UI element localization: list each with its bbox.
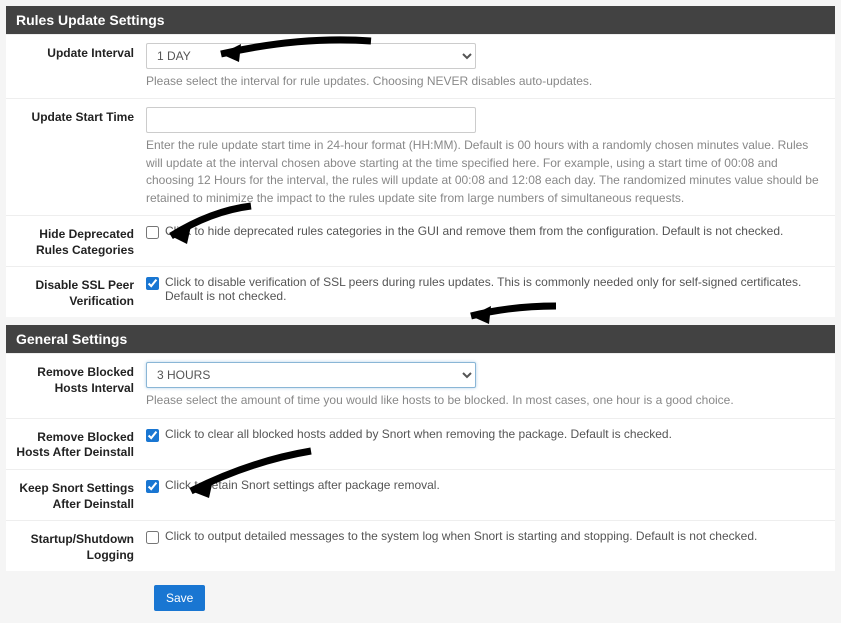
update-interval-select[interactable]: 1 DAY — [146, 43, 476, 69]
update-start-time-input[interactable] — [146, 107, 476, 133]
label-disable-ssl: Disable SSL Peer Verification — [6, 275, 146, 309]
remove-interval-select[interactable]: 3 HOURS — [146, 362, 476, 388]
label-update-start-time: Update Start Time — [6, 107, 146, 207]
hide-deprecated-checkbox[interactable] — [146, 226, 159, 239]
label-remove-interval: Remove Blocked Hosts Interval — [6, 362, 146, 409]
remove-after-deinstall-checkbox[interactable] — [146, 429, 159, 442]
label-remove-after-deinstall: Remove Blocked Hosts After Deinstall — [6, 427, 146, 461]
help-remove-after-deinstall: Click to clear all blocked hosts added b… — [165, 427, 672, 441]
help-keep-settings: Click to retain Snort settings after pac… — [165, 478, 440, 492]
help-update-start-time: Enter the rule update start time in 24-h… — [146, 137, 823, 207]
rules-update-settings-section: Rules Update Settings Update Interval 1 … — [6, 6, 835, 317]
section-header-general: General Settings — [6, 325, 835, 353]
general-settings-section: General Settings Remove Blocked Hosts In… — [6, 325, 835, 571]
label-keep-settings: Keep Snort Settings After Deinstall — [6, 478, 146, 512]
help-hide-deprecated: Click to hide deprecated rules categorie… — [165, 224, 783, 238]
label-hide-deprecated: Hide Deprecated Rules Categories — [6, 224, 146, 258]
section-header-rules: Rules Update Settings — [6, 6, 835, 34]
label-startup-logging: Startup/Shutdown Logging — [6, 529, 146, 563]
help-update-interval: Please select the interval for rule upda… — [146, 73, 823, 90]
help-remove-interval: Please select the amount of time you wou… — [146, 392, 823, 409]
label-update-interval: Update Interval — [6, 43, 146, 90]
disable-ssl-checkbox[interactable] — [146, 277, 159, 290]
save-button[interactable]: Save — [154, 585, 205, 611]
startup-logging-checkbox[interactable] — [146, 531, 159, 544]
keep-settings-checkbox[interactable] — [146, 480, 159, 493]
help-disable-ssl: Click to disable verification of SSL pee… — [165, 275, 823, 303]
help-startup-logging: Click to output detailed messages to the… — [165, 529, 757, 543]
